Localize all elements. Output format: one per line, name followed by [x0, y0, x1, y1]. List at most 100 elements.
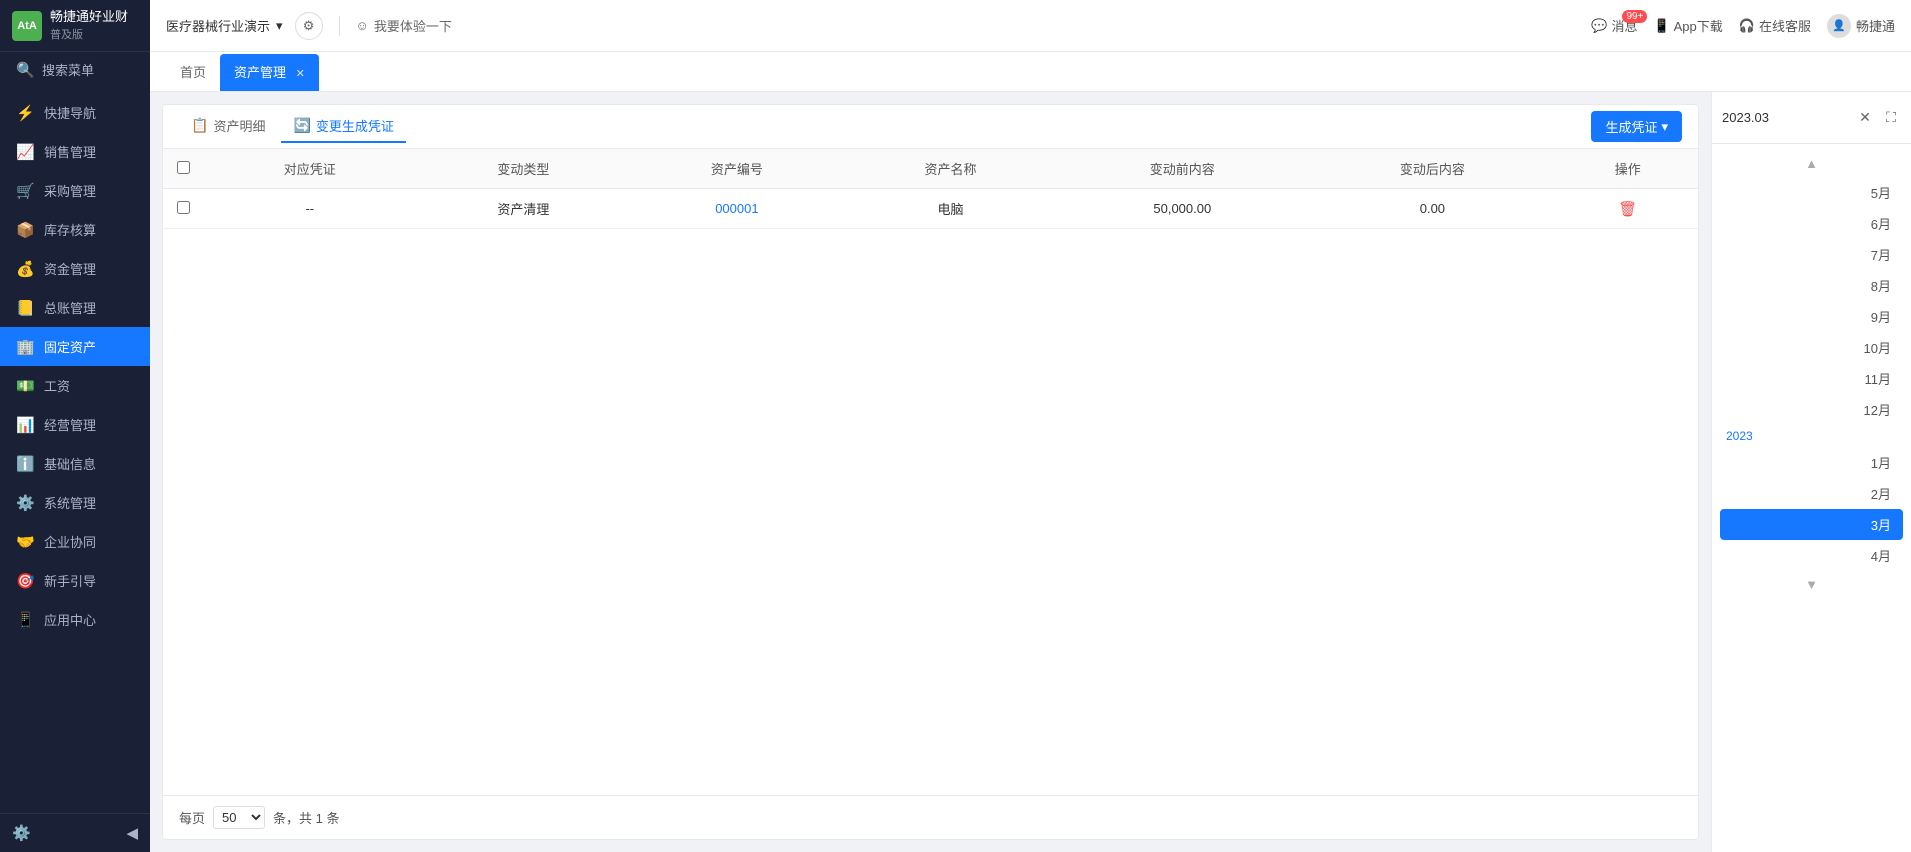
ledger-icon: 📒 [16, 299, 34, 317]
gear-icon: ⚙ [303, 18, 315, 34]
settings-footer-icon[interactable]: ⚙️ [12, 824, 31, 842]
col-action: 操作 [1557, 149, 1698, 189]
tab-home[interactable]: 首页 [166, 54, 220, 91]
change-icon: 🔄 [293, 117, 310, 134]
sidebar-item-system[interactable]: ⚙️ 系统管理 [0, 483, 150, 522]
user-menu[interactable]: 👤 畅捷通 [1827, 14, 1895, 38]
messages-button[interactable]: 💬 消息 99+ [1591, 16, 1637, 35]
calendar-scroll-down[interactable]: ▼ [1712, 571, 1911, 598]
company-name: 医疗器械行业演示 [166, 16, 270, 35]
month-item-9[interactable]: 9月 [1712, 301, 1911, 332]
table-row: -- 资产清理 000001 电脑 50,000.00 0.00 🗑 [163, 189, 1698, 229]
payroll-icon: 💵 [16, 377, 34, 395]
month-item-1[interactable]: 1月 [1712, 447, 1911, 478]
col-asset-name: 资产名称 [844, 149, 1058, 189]
username: 畅捷通 [1856, 16, 1895, 35]
topbar: 医疗器械行业演示 ▾ ⚙ ☺ 我要体验一下 💬 消息 99+ 📱 App下载 🎧… [150, 0, 1911, 52]
sidebar-item-sales[interactable]: 📈 销售管理 [0, 132, 150, 171]
sidebar-item-search[interactable]: 🔍 搜索菜单 [0, 52, 150, 87]
sidebar-item-quick-nav[interactable]: ⚡ 快捷导航 [0, 93, 150, 132]
sidebar-item-purchase[interactable]: 🛒 采购管理 [0, 171, 150, 210]
month-item-5[interactable]: 5月 [1712, 177, 1911, 208]
support-button[interactable]: 🎧 在线客服 [1739, 16, 1811, 35]
sidebar-item-label: 基础信息 [44, 454, 96, 473]
sidebar-item-fixed-assets[interactable]: 🏢 固定资产 [0, 327, 150, 366]
list-icon: 📋 [191, 117, 208, 134]
avatar: 👤 [1827, 14, 1851, 38]
calendar-scroll-up[interactable]: ▲ [1712, 150, 1911, 177]
sidebar-item-finance[interactable]: 💰 资金管理 [0, 249, 150, 288]
collab-icon: 🤝 [16, 533, 34, 551]
calendar-expand-button[interactable]: ⛶ [1881, 108, 1901, 128]
ops-icon: 📊 [16, 416, 34, 434]
sidebar-item-ledger[interactable]: 📒 总账管理 [0, 288, 150, 327]
logo-title: 畅捷通好业财 [50, 9, 128, 26]
sidebar-item-inventory[interactable]: 📦 库存核算 [0, 210, 150, 249]
sidebar-nav: ⚡ 快捷导航 📈 销售管理 🛒 采购管理 📦 库存核算 💰 资金管理 📒 总账管… [0, 87, 150, 813]
cell-before: 50,000.00 [1057, 189, 1307, 229]
topbar-right: 💬 消息 99+ 📱 App下载 🎧 在线客服 👤 畅捷通 [1591, 14, 1895, 38]
table-container: 对应凭证 变动类型 资产编号 资产名称 变动前内容 变动后内容 操作 [163, 149, 1698, 795]
data-table: 对应凭证 变动类型 资产编号 资产名称 变动前内容 变动后内容 操作 [163, 149, 1698, 229]
page-size-select[interactable]: 10 20 50 100 [213, 806, 265, 829]
cell-asset-code: 000001 [630, 189, 844, 229]
sidebar-item-label: 搜索菜单 [42, 60, 94, 79]
smile-icon: ☺ [356, 18, 369, 33]
asset-code-link[interactable]: 000001 [715, 201, 758, 216]
subtab-change-voucher[interactable]: 🔄 变更生成凭证 [281, 110, 405, 143]
month-item-11[interactable]: 11月 [1712, 363, 1911, 394]
calendar-title: 2023.03 [1722, 110, 1769, 125]
inventory-icon: 📦 [16, 221, 34, 239]
subtab-left: 📋 资产明细 🔄 变更生成凭证 [179, 110, 406, 143]
tab-close-icon[interactable]: ✕ [296, 68, 305, 80]
sidebar-item-basic-info[interactable]: ℹ️ 基础信息 [0, 444, 150, 483]
app-download-button[interactable]: 📱 App下载 [1653, 16, 1722, 35]
sidebar-item-payroll[interactable]: 💵 工资 [0, 366, 150, 405]
month-item-7[interactable]: 7月 [1712, 239, 1911, 270]
basic-info-icon: ℹ️ [16, 455, 34, 473]
month-item-2[interactable]: 2月 [1712, 478, 1911, 509]
message-icon: 💬 [1591, 18, 1607, 34]
collapse-icon[interactable]: ◀ [126, 824, 138, 842]
app-download-label: App下载 [1674, 16, 1723, 35]
chevron-down-icon: ▾ [1661, 119, 1668, 135]
sidebar-item-guide[interactable]: 🎯 新手引导 [0, 561, 150, 600]
month-item-4[interactable]: 4月 [1712, 540, 1911, 571]
month-item-12[interactable]: 12月 [1712, 394, 1911, 425]
logo-subtitle: 普及版 [50, 26, 128, 42]
sidebar-item-label: 工资 [44, 376, 70, 395]
sidebar-footer: ⚙️ ◀ [0, 813, 150, 852]
month-item-6[interactable]: 6月 [1712, 208, 1911, 239]
month-item-3-current[interactable]: 3月 [1720, 509, 1903, 540]
generate-label: 生成凭证 [1605, 117, 1657, 136]
divider [339, 16, 340, 36]
sidebar-item-label: 新手引导 [44, 571, 96, 590]
sidebar-item-ops[interactable]: 📊 经营管理 [0, 405, 150, 444]
row-checkbox[interactable] [177, 201, 190, 214]
sidebar-item-label: 采购管理 [44, 181, 96, 200]
sidebar-item-app-center[interactable]: 📱 应用中心 [0, 600, 150, 639]
system-icon: ⚙️ [16, 494, 34, 512]
sidebar-item-label: 系统管理 [44, 493, 96, 512]
logo-icon: AtA [12, 11, 42, 41]
guide-icon: 🎯 [16, 572, 34, 590]
calendar-header-btns: ✕ ⛶ [1855, 108, 1901, 128]
month-item-8[interactable]: 8月 [1712, 270, 1911, 301]
month-item-10[interactable]: 10月 [1712, 332, 1911, 363]
tab-home-label: 首页 [180, 65, 206, 80]
select-all-checkbox[interactable] [177, 161, 190, 174]
company-selector[interactable]: 医疗器械行业演示 ▾ [166, 16, 283, 35]
tab-asset-mgmt-label: 资产管理 [234, 65, 286, 80]
calendar-panel: 2023.03 ✕ ⛶ ▲ 5月 6月 7月 8月 9月 10月 11月 12月… [1711, 92, 1911, 852]
delete-icon[interactable]: 🗑 [1618, 201, 1637, 218]
settings-button[interactable]: ⚙ [295, 12, 323, 40]
calendar-close-button[interactable]: ✕ [1855, 108, 1875, 128]
generate-voucher-button[interactable]: 生成凭证 ▾ [1591, 111, 1682, 142]
col-asset-code: 资产编号 [630, 149, 844, 189]
feedback-button[interactable]: ☺ 我要体验一下 [356, 16, 452, 35]
sidebar-item-collab[interactable]: 🤝 企业协同 [0, 522, 150, 561]
subtab-change-voucher-label: 变更生成凭证 [316, 116, 394, 135]
subtab-asset-detail[interactable]: 📋 资产明细 [179, 110, 277, 143]
sales-icon: 📈 [16, 143, 34, 161]
tab-asset-mgmt[interactable]: 资产管理 ✕ [220, 54, 319, 91]
